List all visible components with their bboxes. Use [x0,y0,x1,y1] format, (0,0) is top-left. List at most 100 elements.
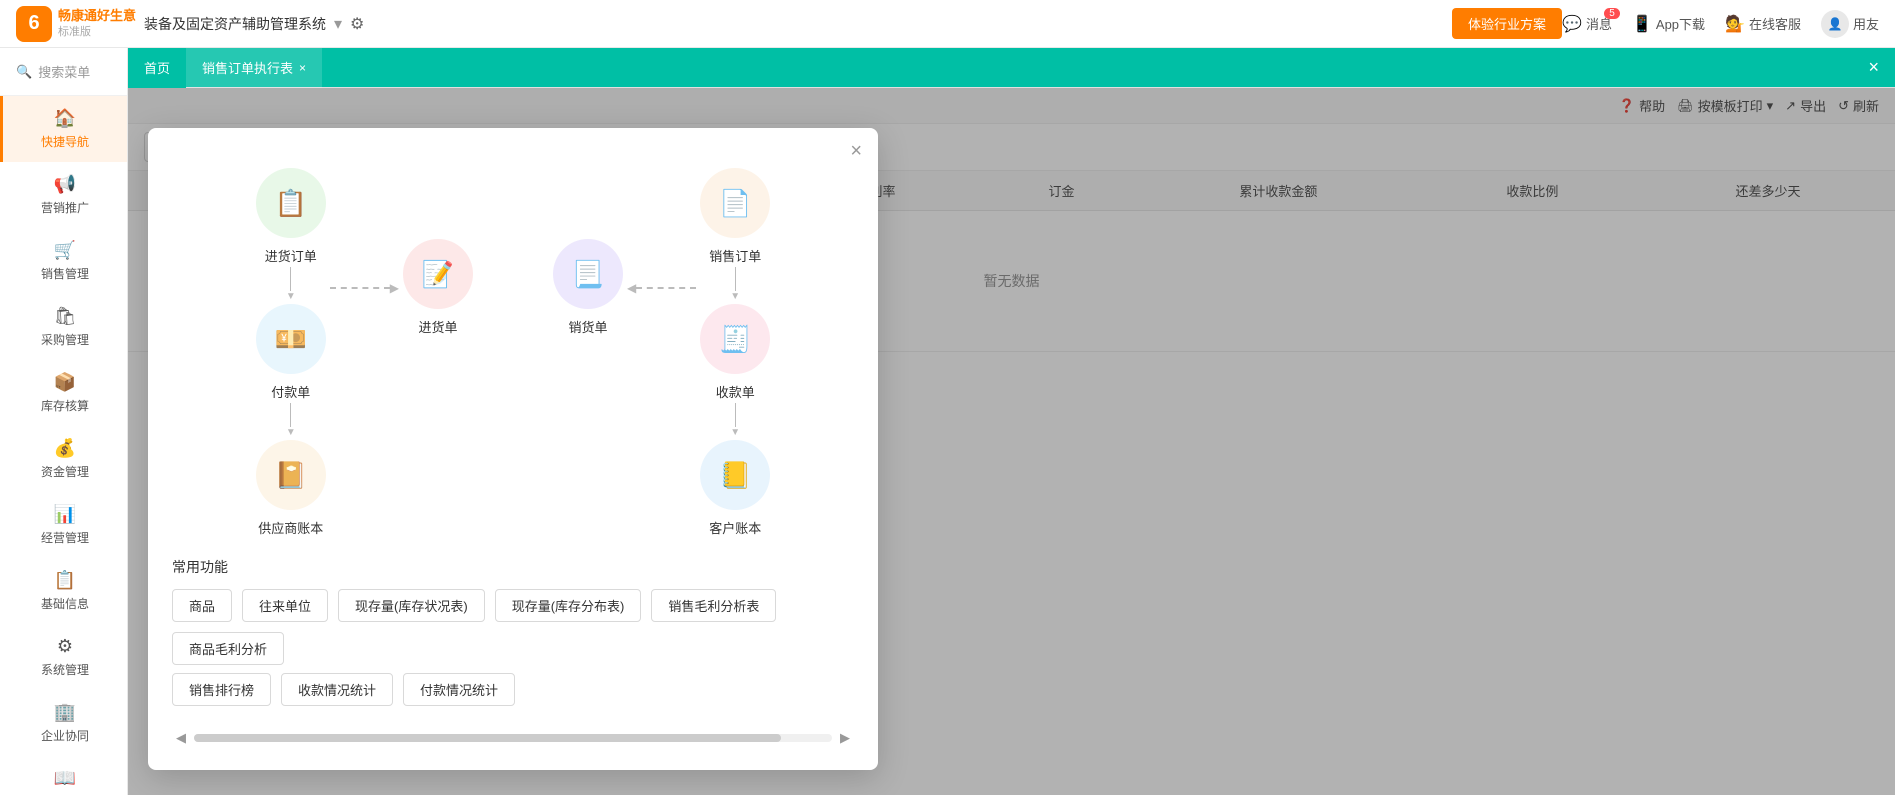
common-func-title: 常用功能 [172,557,854,577]
sidebar-item-quick-nav[interactable]: 🏠快捷导航 [0,96,127,162]
sale-order-circle: 📄 [700,168,770,238]
sale-order-label: 销售订单 [709,246,761,265]
tab-bar: 首页 销售订单执行表 × × [128,48,1895,88]
scroll-left-arrow[interactable]: ◀ [172,730,190,746]
app-download-icon: 📱 [1632,14,1652,34]
purchase-bill-label: 进货单 [418,317,457,336]
receipt-circle: 🧾 [700,304,770,374]
user-name: 用友 [1853,14,1879,33]
flow-node-sale-order[interactable]: 📄 销售订单 [700,168,770,265]
purchase-order-label: 进货订单 [265,246,317,265]
message-action[interactable]: 💬 消息 5 [1562,14,1612,34]
func-btn-row1-0[interactable]: 商品 [172,589,232,622]
app-container: 6 畅康通好生意 标准版 装备及固定资产辅助管理系统 ▾ ⚙ 体验行业方案 💬 … [0,0,1895,795]
nav-icon-finance: 💰 [54,438,76,459]
scroll-right-arrow[interactable]: ▶ [836,730,854,746]
logo-area: 6 畅康通好生意 标准版 [16,6,144,42]
h-arrow-purchase: ▶ [330,281,399,295]
nav-label-enterprise: 企业协同 [41,727,89,744]
tab-home[interactable]: 首页 [128,48,186,88]
online-service-label: 在线客服 [1749,14,1801,33]
func-btn-row1-2[interactable]: 现存量(库存状况表) [338,589,485,622]
nav-icon-newbie: 📖 [54,768,76,789]
func-btn-row2-1[interactable]: 收款情况统计 [281,673,393,706]
tab-sales-order[interactable]: 销售订单执行表 × [186,48,322,88]
app-download-action[interactable]: 📱 App下载 [1632,14,1705,34]
search-icon: 🔍 [16,64,32,80]
online-service-action[interactable]: 💁 在线客服 [1725,14,1801,34]
scrollbar-track[interactable] [194,734,832,742]
common-functions: 常用功能 商品往来单位现存量(库存状况表)现存量(库存分布表)销售毛利分析表商品… [172,545,854,722]
flow-node-customer-ledger[interactable]: 📒 客户账本 [700,440,770,537]
v-arrow-3: ▼ [730,265,740,304]
modal-close-button[interactable]: × [850,140,862,163]
nav-icon-sales: 🛒 [54,240,76,261]
nav-label-inventory: 库存核算 [41,397,89,414]
func-btn-row-1: 商品往来单位现存量(库存状况表) 现存量(库存分布表) 销售毛利分析表商品毛利分析 [172,589,854,665]
func-btn-row1-4[interactable]: 销售毛利分析表 [651,589,776,622]
flow-diagram: 📋 进货订单 ▼ 💴 [172,152,854,545]
nav-items-container: 🏠快捷导航📢营销推广 🛒 销售管理 🛍 采购管理 📦库存核算 💰 资金管理 📊经营管理📋基础信息… [0,96,127,795]
dropdown-icon[interactable]: ▾ [334,14,342,34]
right-column: 📄 销售订单 ▼ 🧾 [700,168,770,537]
flow-node-receipt[interactable]: 🧾 收款单 [700,304,770,401]
payment-circle: 💴 [256,304,326,374]
user-action[interactable]: 👤 用友 [1821,10,1879,38]
system-name: 装备及固定资产辅助管理系统 [144,14,326,34]
nav-label-base-info: 基础信息 [41,595,89,612]
func-btn-row2-2[interactable]: 付款情况统计 [403,673,515,706]
left-column: 📋 进货订单 ▼ 💴 [256,168,326,537]
message-icon: 💬 [1562,14,1582,34]
sidebar-item-newbie[interactable]: 📖新手引导 [0,756,127,795]
flow-node-purchase-order[interactable]: 📋 进货订单 [256,168,326,265]
experience-button[interactable]: 体验行业方案 [1452,8,1562,39]
payment-label: 付款单 [271,382,310,401]
h-arrow-sale: ◀ [627,281,696,295]
nav-label-marketing: 营销推广 [41,199,89,216]
func-btn-row1-1[interactable]: 往来单位 [242,589,328,622]
logo-sub-text: 标准版 [58,25,136,39]
customer-label: 客户账本 [709,518,761,537]
logo-icon: 6 [16,6,52,42]
sidebar-item-base-info[interactable]: 📋基础信息 [0,558,127,624]
sidebar-item-enterprise[interactable]: 🏢企业协同 [0,690,127,756]
nav-label-finance: 资金管理 [41,463,89,480]
flow-node-supplier-ledger[interactable]: 📔 供应商账本 [256,440,326,537]
content-body: ❓ 帮助 🖨 按模板打印 ▾ ↗ 导出 [128,88,1895,795]
v-arrow-1: ▼ [286,265,296,304]
purchase-order-circle: 📋 [256,168,326,238]
sidebar-item-purchase[interactable]: 🛍 采购管理 [0,294,127,360]
nav-label-sales: 销售管理 [41,265,89,282]
sale-bill-label: 销货单 [568,317,607,336]
nav-label-purchase: 采购管理 [41,331,89,348]
receipt-label: 收款单 [716,382,755,401]
modal-overlay: × 📋 进货订单 [128,88,1895,795]
tab-close-icon[interactable]: × [299,61,306,75]
sidebar-search-area[interactable]: 🔍 搜索菜单 [0,48,127,96]
sidebar: 🔍 搜索菜单 🏠快捷导航📢营销推广 🛒 销售管理 🛍 采购管理 📦库存核算 💰 资金管理 📊经营… [0,48,128,795]
supplier-label: 供应商账本 [258,518,323,537]
mid-left-column: 📝 进货单 [403,239,473,336]
func-btn-row1-5[interactable]: 商品毛利分析 [172,632,284,665]
sidebar-search-inner[interactable]: 🔍 搜索菜单 [8,58,119,85]
online-service-icon: 💁 [1725,14,1745,34]
sidebar-item-system[interactable]: ⚙系统管理 [0,624,127,690]
func-btn-row1-3[interactable]: 现存量(库存分布表) [495,589,642,622]
sidebar-item-finance[interactable]: 💰 资金管理 [0,426,127,492]
mid-right-column: 📃 销货单 [553,239,623,336]
flow-node-purchase-bill[interactable]: 📝 进货单 [403,239,473,336]
sidebar-item-inventory[interactable]: 📦库存核算 [0,360,127,426]
flow-node-sale-bill[interactable]: 📃 销货单 [553,239,623,336]
func-btn-row2-0[interactable]: 销售排行榜 [172,673,271,706]
sidebar-item-sales[interactable]: 🛒 销售管理 [0,228,127,294]
nav-icon-purchase: 🛍 [54,306,77,327]
search-menu-label: 搜索菜单 [38,62,90,81]
flow-node-payment[interactable]: 💴 付款单 [256,304,326,401]
sidebar-item-marketing[interactable]: 📢营销推广 [0,162,127,228]
purchase-bill-circle: 📝 [403,239,473,309]
v-arrow-2: ▼ [286,401,296,440]
settings-icon[interactable]: ⚙ [350,14,364,34]
close-all-button[interactable]: × [1852,57,1895,78]
sidebar-item-operations[interactable]: 📊经营管理 [0,492,127,558]
nav-label-system: 系统管理 [41,661,89,678]
